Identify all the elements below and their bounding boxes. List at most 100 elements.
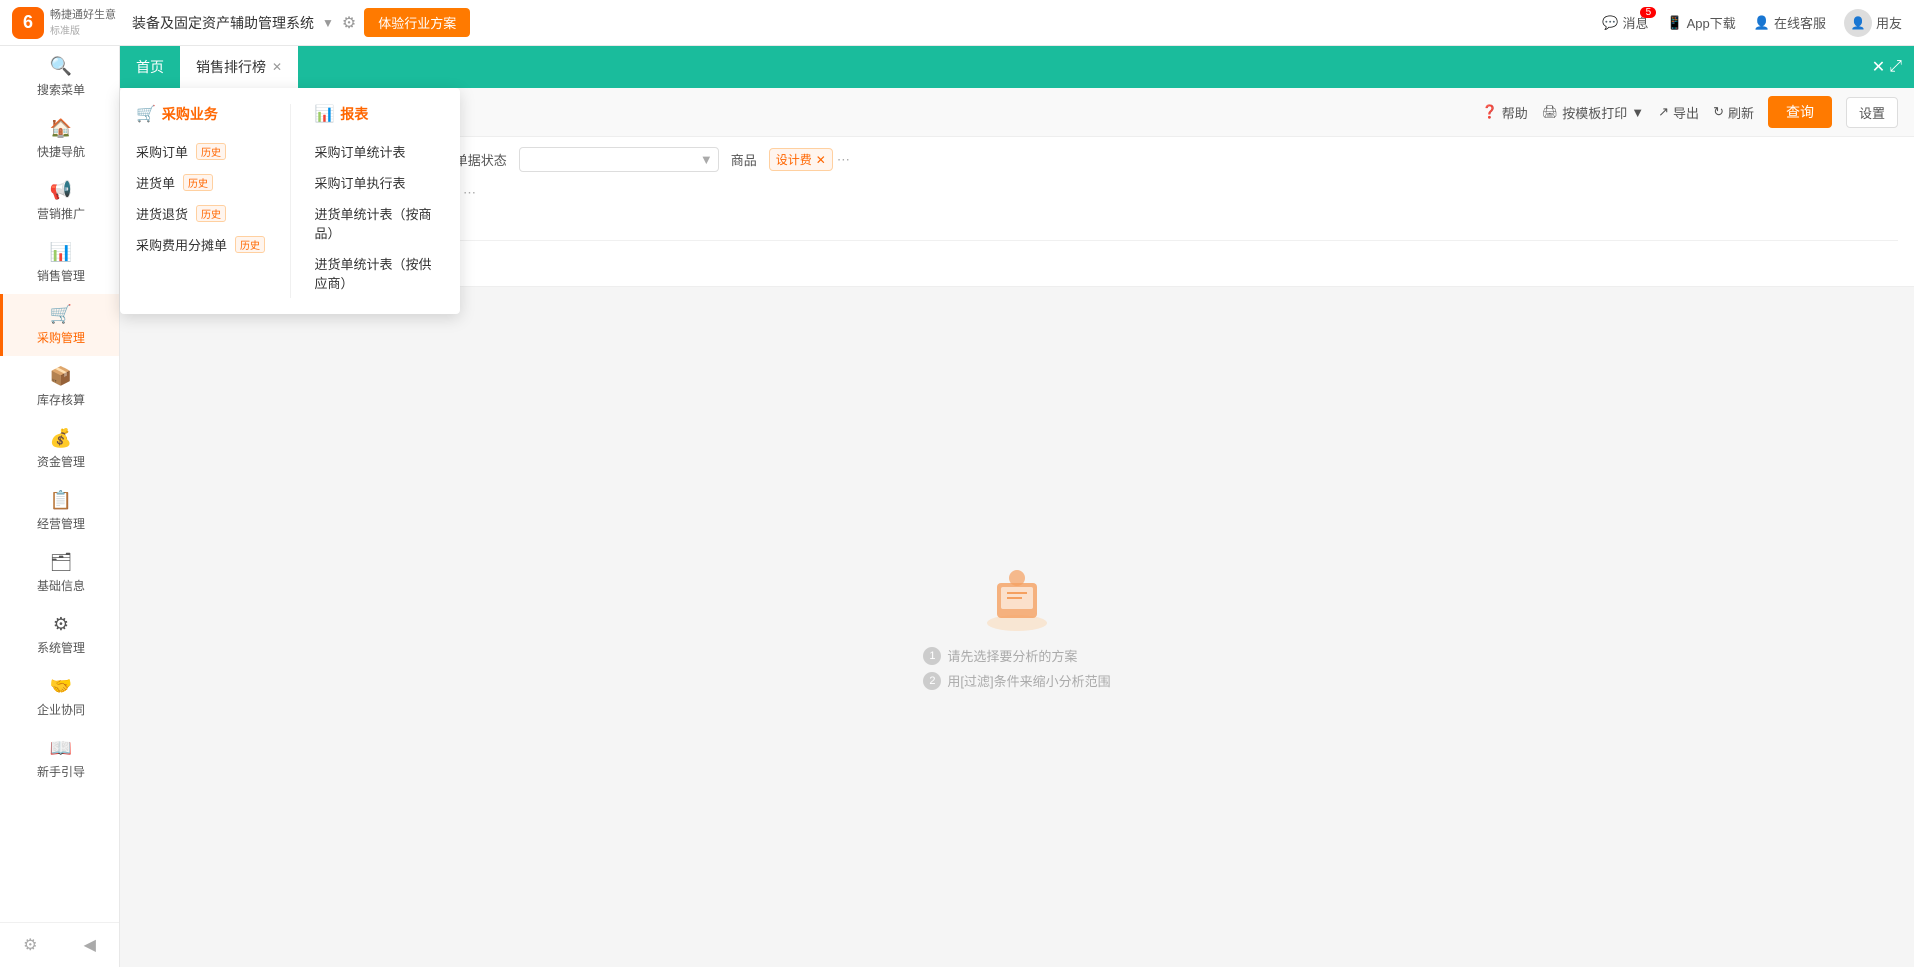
industry-button[interactable]: 体验行业方案 [364, 8, 470, 37]
dropdown-item-supplier-stat-label: 进货单统计表（按供应商） [315, 254, 445, 292]
brand-sub: 标准版 [50, 22, 116, 37]
sidebar: 🔍 搜索菜单 🏠 快捷导航 📢 营销推广 📊 销售管理 🛒 采购管理 📦 库存核… [0, 46, 120, 967]
sidebar-item-inventory[interactable]: 📦 库存核算 [0, 356, 119, 418]
sidebar-settings-icon[interactable]: ⚙ [23, 935, 37, 955]
report-col-label: 报表 [340, 104, 368, 124]
tab-close-all-icon[interactable]: ✕ [1872, 57, 1885, 77]
sidebar-item-marketing[interactable]: 📢 营销推广 [0, 170, 119, 232]
sidebar-item-quick[interactable]: 🏠 快捷导航 [0, 108, 119, 170]
doc-status-select[interactable] [519, 147, 719, 172]
empty-hint-2-item: 2 用[过滤]条件来缩小分析范围 [923, 671, 1110, 690]
sidebar-item-label: 新手引导 [37, 763, 85, 780]
sidebar-item-label: 快捷导航 [37, 143, 85, 160]
goods-tag: 设计费 ✕ [769, 148, 833, 171]
app-download-button[interactable]: 📱 App下载 [1666, 13, 1735, 32]
goods-tag-text: 设计费 [776, 151, 812, 168]
dropdown-item-po-exec-label: 采购订单执行表 [315, 173, 406, 192]
export-button[interactable]: ↗ 导出 [1658, 103, 1699, 122]
empty-state: 1 请先选择要分析的方案 2 用[过滤]条件来缩小分析范围 [120, 287, 1914, 967]
logo-area: 6 畅捷通好生意 标准版 [12, 7, 132, 39]
dropdown-divider [290, 104, 291, 298]
refresh-icon: ↻ [1713, 104, 1724, 120]
help-label: 帮助 [1502, 103, 1528, 122]
report-col-title: 📊 报表 [315, 104, 445, 124]
sidebar-item-label: 企业协同 [37, 701, 85, 718]
avatar: 👤 [1844, 9, 1872, 37]
empty-hint-2-num: 2 [923, 672, 941, 690]
purchase-icon: 🛒 [50, 304, 72, 325]
enterprise-icon: 🤝 [50, 676, 72, 697]
basic-icon: 🗂 [50, 552, 73, 573]
dropdown-item-po-stat[interactable]: 采购订单统计表 [315, 136, 445, 167]
purchase-col-icon: 🛒 [136, 104, 156, 124]
tab-sales-rank[interactable]: 销售排行榜 ✕ [180, 46, 298, 88]
sidebar-item-label: 搜索菜单 [37, 81, 85, 98]
goods-tag-close-icon[interactable]: ✕ [816, 153, 826, 167]
salesperson-filter-area: ⋯ [463, 185, 476, 201]
system-settings-icon[interactable]: ⚙ [342, 13, 356, 33]
dropdown-item-incoming[interactable]: 进货单 历史 [136, 167, 266, 198]
dropdown-menu: 🛒 采购业务 采购订单 历史 进货单 历史 进货退货 历史 采购费用分摊单 历史… [120, 88, 460, 314]
sidebar-bottom: ⚙ ◀ [0, 922, 119, 967]
hist-badge-2: 历史 [196, 205, 226, 222]
help-button[interactable]: ❓ 帮助 [1482, 103, 1528, 122]
export-label: 导出 [1673, 103, 1699, 122]
goods-more-icon[interactable]: ⋯ [837, 152, 850, 168]
empty-hints: 1 请先选择要分析的方案 2 用[过滤]条件来缩小分析范围 [923, 646, 1110, 696]
sidebar-item-sales[interactable]: 📊 销售管理 [0, 232, 119, 294]
sidebar-item-basic[interactable]: 🗂 基础信息 [0, 542, 119, 604]
goods-label: 商品 [731, 150, 757, 169]
dropdown-item-goods-stat[interactable]: 进货单统计表（按商品） [315, 198, 445, 248]
operations-icon: 📋 [50, 490, 72, 511]
tab-close-icon[interactable]: ✕ [272, 60, 282, 74]
sidebar-item-enterprise[interactable]: 🤝 企业协同 [0, 666, 119, 728]
sidebar-collapse-icon[interactable]: ◀ [84, 935, 96, 955]
tab-expand-icon[interactable]: ⤢ [1889, 58, 1902, 76]
tab-home[interactable]: 首页 [120, 46, 180, 88]
marketing-icon: 📢 [50, 180, 72, 201]
dropdown-item-supplier-stat[interactable]: 进货单统计表（按供应商） [315, 248, 445, 298]
dropdown-item-return[interactable]: 进货退货 历史 [136, 198, 266, 229]
setting-button[interactable]: 设置 [1846, 97, 1898, 128]
sidebar-item-label: 基础信息 [37, 577, 85, 594]
sidebar-item-operations[interactable]: 📋 经营管理 [0, 480, 119, 542]
system-icon: ⚙ [53, 614, 69, 635]
app-download-label: App下载 [1687, 13, 1736, 32]
print-arrow-icon: ▼ [1631, 105, 1644, 120]
hist-badge-3: 历史 [235, 236, 265, 253]
system-name-arrow-icon[interactable]: ▼ [322, 16, 334, 30]
dropdown-item-expense[interactable]: 采购费用分摊单 历史 [136, 229, 266, 260]
print-icon: 🖨 [1542, 104, 1559, 120]
user-area[interactable]: 👤 用友 [1844, 9, 1902, 37]
sidebar-item-finance[interactable]: 💰 资金管理 [0, 418, 119, 480]
doc-status-label: 单据状态 [455, 150, 507, 169]
header-right: 💬 消息 5 📱 App下载 👤 在线客服 👤 用友 [1602, 9, 1902, 37]
service-icon: 👤 [1754, 15, 1770, 31]
sidebar-item-purchase[interactable]: 🛒 采购管理 [0, 294, 119, 356]
dropdown-item-purchase-order[interactable]: 采购订单 历史 [136, 136, 266, 167]
message-button[interactable]: 💬 消息 5 [1602, 13, 1648, 32]
help-icon: ❓ [1482, 104, 1498, 120]
dropdown-item-return-label: 进货退货 [136, 204, 188, 223]
print-template-button[interactable]: 🖨 按模板打印 ▼ [1542, 103, 1644, 122]
dropdown-item-po-exec[interactable]: 采购订单执行表 [315, 167, 445, 198]
empty-illustration [977, 558, 1057, 638]
print-label: 按模板打印 [1562, 103, 1627, 122]
phone-icon: 📱 [1666, 15, 1682, 31]
guide-icon: 📖 [50, 738, 72, 759]
inventory-icon: 📦 [50, 366, 72, 387]
sidebar-item-guide[interactable]: 📖 新手引导 [0, 728, 119, 790]
message-icon: 💬 [1602, 15, 1618, 31]
query-button[interactable]: 查询 [1768, 96, 1832, 128]
salesperson-more-icon[interactable]: ⋯ [463, 185, 476, 201]
message-badge: 5 [1640, 7, 1656, 18]
export-icon: ↗ [1658, 104, 1669, 120]
purchase-col: 🛒 采购业务 采购订单 历史 进货单 历史 进货退货 历史 采购费用分摊单 历史 [136, 104, 266, 298]
system-name: 装备及固定资产辅助管理系统 [132, 13, 314, 33]
refresh-button[interactable]: ↻ 刷新 [1713, 103, 1754, 122]
sidebar-item-search[interactable]: 🔍 搜索菜单 [0, 46, 119, 108]
purchase-col-label: 采购业务 [162, 104, 218, 124]
online-service-button[interactable]: 👤 在线客服 [1754, 13, 1826, 32]
sidebar-item-system[interactable]: ⚙ 系统管理 [0, 604, 119, 666]
sidebar-item-label: 经营管理 [37, 515, 85, 532]
